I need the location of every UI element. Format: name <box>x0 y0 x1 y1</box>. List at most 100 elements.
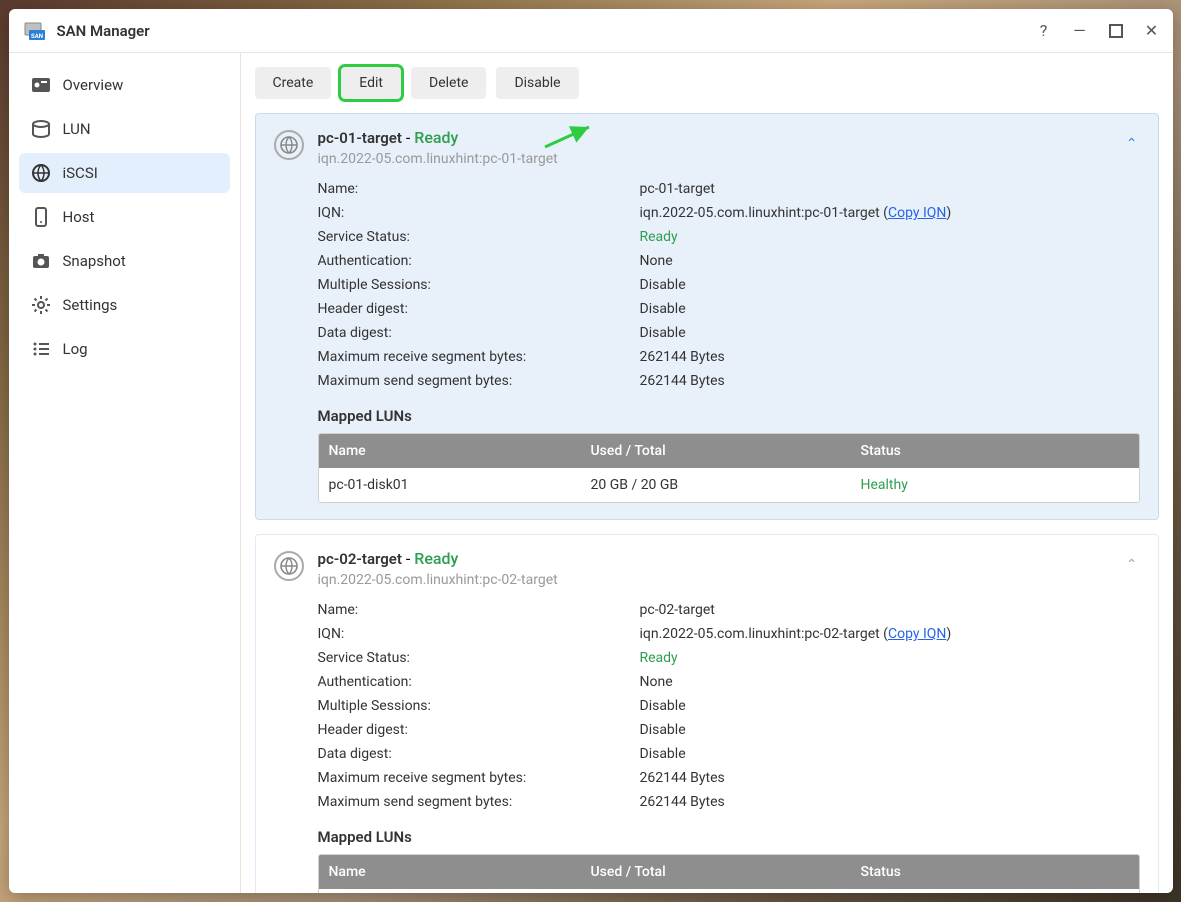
label-auth: Authentication: <box>318 253 640 269</box>
svg-text:SAN: SAN <box>31 33 43 40</box>
label-data-digest: Data digest: <box>318 746 640 762</box>
target-iqn-subtitle: iqn.2022-05.com.linuxhint:pc-02-target <box>318 572 1140 588</box>
sep: - <box>402 128 414 147</box>
lun-table-header: Name Used / Total Status <box>319 855 1139 889</box>
sidebar-item-label: Overview <box>63 76 124 94</box>
main-content: Create Edit Delete Disable pc-01-target … <box>241 53 1173 893</box>
value-auth: None <box>640 674 1140 690</box>
overview-icon <box>31 75 51 95</box>
sidebar-item-host[interactable]: Host <box>19 197 230 237</box>
label-header-digest: Header digest: <box>318 301 640 317</box>
globe-icon <box>274 130 304 160</box>
table-row[interactable]: pc-01-disk01 20 GB / 20 GB Healthy <box>319 468 1139 502</box>
host-icon <box>31 207 51 227</box>
lun-icon <box>31 119 51 139</box>
chevron-up-icon[interactable]: ⌃ <box>1126 136 1138 152</box>
label-max-recv: Maximum receive segment bytes: <box>318 349 640 365</box>
col-status: Status <box>851 855 1139 889</box>
value-header-digest: Disable <box>640 722 1140 738</box>
lun-status: Healthy <box>851 468 1139 502</box>
target-name: pc-01-target <box>318 129 402 147</box>
disable-button[interactable]: Disable <box>496 67 578 99</box>
minimize-icon[interactable]: — <box>1071 22 1089 40</box>
label-multiple-sessions: Multiple Sessions: <box>318 277 640 293</box>
value-name: pc-02-target <box>640 602 1140 618</box>
col-name: Name <box>319 434 581 468</box>
maximize-icon[interactable] <box>1107 22 1125 40</box>
globe-icon <box>274 551 304 581</box>
sidebar-item-settings[interactable]: Settings <box>19 285 230 325</box>
window-controls: ? — ✕ <box>1035 22 1161 40</box>
log-icon <box>31 339 51 359</box>
target-details: Name:pc-01-target IQN:iqn.2022-05.com.li… <box>256 177 1158 503</box>
iscsi-icon <box>31 163 51 183</box>
table-row[interactable]: pc-02-disk01 20 GB / 20 GB Healthy <box>319 889 1139 893</box>
col-used: Used / Total <box>581 434 851 468</box>
sidebar-item-iscsi[interactable]: iSCSI <box>19 153 230 193</box>
label-service-status: Service Status: <box>318 229 640 245</box>
label-service-status: Service Status: <box>318 650 640 666</box>
lun-table-header: Name Used / Total Status <box>319 434 1139 468</box>
value-auth: None <box>640 253 1140 269</box>
value-data-digest: Disable <box>640 325 1140 341</box>
lun-used-total: 20 GB / 20 GB <box>581 468 851 502</box>
label-data-digest: Data digest: <box>318 325 640 341</box>
value-max-recv: 262144 Bytes <box>640 770 1140 786</box>
label-name: Name: <box>318 602 640 618</box>
gear-icon <box>31 295 51 315</box>
sidebar-item-label: LUN <box>63 120 91 138</box>
delete-button[interactable]: Delete <box>411 67 486 99</box>
label-max-send: Maximum send segment bytes: <box>318 373 640 389</box>
target-header[interactable]: pc-01-target - Ready iqn.2022-05.com.lin… <box>256 114 1158 177</box>
toolbar: Create Edit Delete Disable <box>255 67 1159 99</box>
snapshot-icon <box>31 251 51 271</box>
target-panel-pc-01[interactable]: pc-01-target - Ready iqn.2022-05.com.lin… <box>255 113 1159 520</box>
label-max-send: Maximum send segment bytes: <box>318 794 640 810</box>
close-icon[interactable]: ✕ <box>1143 22 1161 40</box>
sidebar-item-label: Host <box>63 208 95 226</box>
sidebar-item-lun[interactable]: LUN <box>19 109 230 149</box>
label-multiple-sessions: Multiple Sessions: <box>318 698 640 714</box>
value-multiple-sessions: Disable <box>640 698 1140 714</box>
lun-table: Name Used / Total Status pc-01-disk01 20… <box>318 433 1140 503</box>
sidebar-item-label: Snapshot <box>63 252 126 270</box>
lun-used-total: 20 GB / 20 GB <box>581 889 851 893</box>
lun-table: Name Used / Total Status pc-02-disk01 20… <box>318 854 1140 893</box>
value-max-send: 262144 Bytes <box>640 373 1140 389</box>
help-icon[interactable]: ? <box>1035 22 1053 40</box>
target-panel-pc-02[interactable]: pc-02-target - Ready iqn.2022-05.com.lin… <box>255 534 1159 893</box>
value-iqn: iqn.2022-05.com.linuxhint:pc-02-target (… <box>640 626 1140 642</box>
target-header[interactable]: pc-02-target - Ready iqn.2022-05.com.lin… <box>256 535 1158 598</box>
chevron-up-icon[interactable]: ⌃ <box>1126 557 1138 573</box>
create-button[interactable]: Create <box>255 67 332 99</box>
label-max-recv: Maximum receive segment bytes: <box>318 770 640 786</box>
col-used: Used / Total <box>581 855 851 889</box>
sidebar-item-log[interactable]: Log <box>19 329 230 369</box>
copy-iqn-link[interactable]: Copy IQN <box>888 626 946 642</box>
sidebar-item-label: Log <box>63 340 88 358</box>
target-status-badge: Ready <box>414 549 458 568</box>
sidebar-item-overview[interactable]: Overview <box>19 65 230 105</box>
value-service-status: Ready <box>640 229 1140 245</box>
label-auth: Authentication: <box>318 674 640 690</box>
value-iqn: iqn.2022-05.com.linuxhint:pc-01-target (… <box>640 205 1140 221</box>
col-status: Status <box>851 434 1139 468</box>
copy-iqn-link[interactable]: Copy IQN <box>888 205 946 221</box>
sidebar-item-snapshot[interactable]: Snapshot <box>19 241 230 281</box>
mapped-luns-title: Mapped LUNs <box>318 828 1140 846</box>
target-iqn-subtitle: iqn.2022-05.com.linuxhint:pc-01-target <box>318 151 1140 167</box>
target-name: pc-02-target <box>318 550 402 568</box>
label-iqn: IQN: <box>318 626 640 642</box>
titlebar: SAN SAN Manager ? — ✕ <box>9 9 1173 53</box>
value-data-digest: Disable <box>640 746 1140 762</box>
sidebar-item-label: iSCSI <box>63 164 98 182</box>
mapped-luns-title: Mapped LUNs <box>318 407 1140 425</box>
edit-button[interactable]: Edit <box>341 67 401 99</box>
label-iqn: IQN: <box>318 205 640 221</box>
value-service-status: Ready <box>640 650 1140 666</box>
col-name: Name <box>319 855 581 889</box>
label-header-digest: Header digest: <box>318 722 640 738</box>
value-max-send: 262144 Bytes <box>640 794 1140 810</box>
body: Overview LUN iSCSI Host <box>9 53 1173 893</box>
label-name: Name: <box>318 181 640 197</box>
